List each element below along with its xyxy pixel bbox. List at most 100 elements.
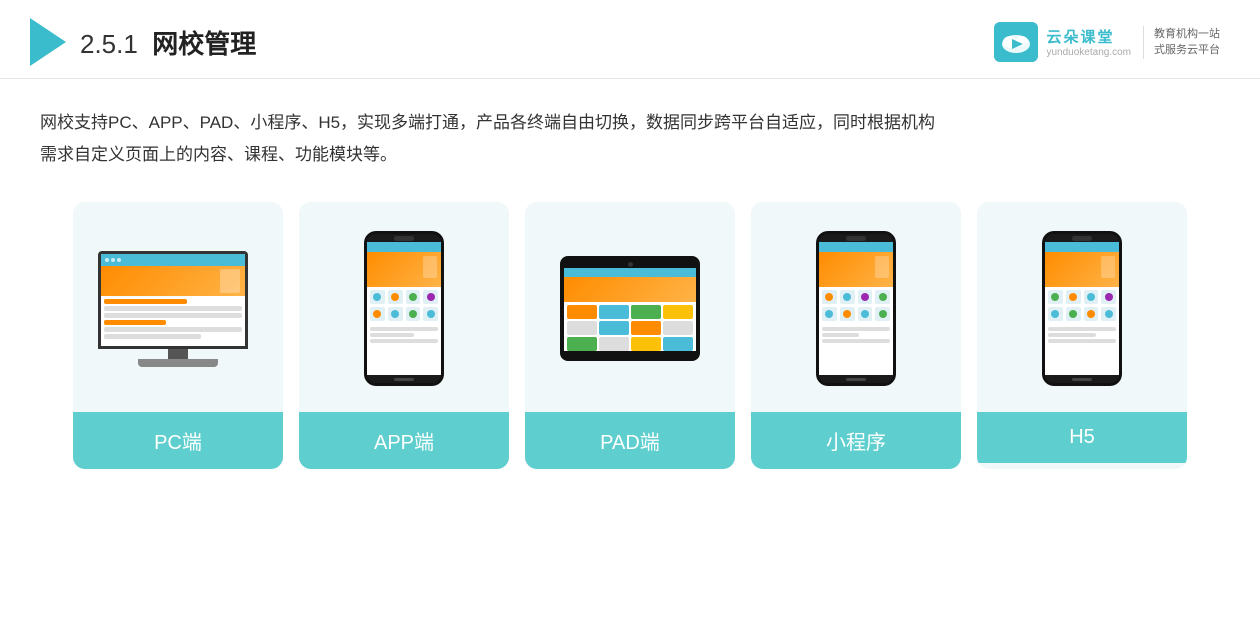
phone-icon-grid-mini	[819, 287, 893, 324]
pad-cell	[663, 305, 693, 319]
pc-nav-dot	[117, 258, 121, 262]
pc-card: PC端	[73, 202, 283, 469]
phone-notch	[367, 234, 441, 242]
pc-row	[104, 299, 187, 304]
pad-cell	[567, 337, 597, 351]
icon-circle	[1069, 293, 1077, 301]
brand-text-block: 云朵课堂 yunduoketang.com	[1046, 26, 1131, 58]
phone-icon-item	[406, 307, 421, 321]
pad-cell	[599, 305, 629, 319]
pad-cell	[663, 321, 693, 335]
pad-image-area	[525, 202, 735, 412]
phone-icon-item	[858, 290, 873, 304]
pc-row	[104, 334, 201, 339]
phone-icon-item	[406, 290, 421, 304]
phone-icon-item	[1084, 307, 1099, 321]
pad-cell	[567, 321, 597, 335]
page-title: 2.5.1 网校管理	[80, 24, 256, 61]
pad-cell	[663, 337, 693, 351]
phone-bottom-h5	[1045, 375, 1119, 383]
icon-circle	[1105, 310, 1113, 318]
h5-card: H5	[977, 202, 1187, 469]
section-number: 2.5.1	[80, 29, 138, 59]
phone-icon-grid-h5	[1045, 287, 1119, 324]
phone-icon-item	[840, 290, 855, 304]
h5-image-area	[977, 202, 1187, 412]
phone-icon-item	[840, 307, 855, 321]
pad-home-bar	[564, 351, 696, 357]
description-section: 网校支持PC、APP、PAD、小程序、H5，实现多端打通，产品各终端自由切换，数…	[0, 79, 1260, 182]
phone-icon-item	[858, 307, 873, 321]
app-card: APP端	[299, 202, 509, 469]
icon-circle	[843, 310, 851, 318]
app-label: APP端	[299, 412, 509, 469]
pad-cell	[631, 321, 661, 335]
page-container: 2.5.1 网校管理 云朵课堂 yunduoketang.com	[0, 0, 1260, 630]
phone-screen-nav-h5	[1045, 242, 1119, 252]
icon-circle	[391, 310, 399, 318]
phone-notch-dot-mini	[846, 236, 866, 241]
icon-circle	[879, 293, 887, 301]
brand-tagline: 教育机构一站 式服务云平台	[1143, 26, 1220, 59]
pad-card: PAD端	[525, 202, 735, 469]
phone-icon-item	[370, 307, 385, 321]
pc-content-rows	[101, 296, 245, 346]
phone-body	[364, 231, 444, 386]
phone-icon-item	[1066, 307, 1081, 321]
h5-label: H5	[977, 412, 1187, 463]
logo-arrow-icon	[30, 18, 66, 66]
phone-mockup-app	[364, 231, 444, 386]
pad-cell	[599, 321, 629, 335]
icon-circle	[409, 293, 417, 301]
pc-row	[104, 320, 166, 325]
phone-icon-item	[875, 307, 890, 321]
icon-circle	[825, 293, 833, 301]
phone-screen-nav-mini	[819, 242, 893, 252]
phone-content-rows	[367, 324, 441, 346]
pc-screen-content	[101, 254, 245, 346]
cards-section: PC端	[0, 182, 1260, 499]
phone-bottom	[367, 375, 441, 383]
phone-row	[370, 339, 438, 343]
pad-screen	[564, 268, 696, 351]
phone-icon-item	[388, 307, 403, 321]
pad-screen-hero	[564, 277, 696, 302]
header-right: 云朵课堂 yunduoketang.com 教育机构一站 式服务云平台	[994, 22, 1220, 62]
phone-icon-item	[1048, 307, 1063, 321]
phone-screen-hero-mini	[819, 252, 893, 287]
phone-home-bar-mini	[846, 378, 866, 381]
phone-row	[370, 333, 414, 337]
header: 2.5.1 网校管理 云朵课堂 yunduoketang.com	[0, 0, 1260, 79]
phone-row	[1048, 327, 1116, 331]
pad-camera	[628, 262, 633, 267]
pc-stand	[168, 349, 188, 359]
phone-mockup-h5	[1042, 231, 1122, 386]
phone-icon-item	[822, 307, 837, 321]
yundu-icon	[994, 22, 1038, 62]
phone-screen-hero	[367, 252, 441, 287]
phone-screen-h5	[1045, 242, 1119, 375]
icon-circle	[373, 293, 381, 301]
phone-icon-item	[388, 290, 403, 304]
phone-screen-nav	[367, 242, 441, 252]
icon-circle	[1051, 310, 1059, 318]
phone-icon-grid	[367, 287, 441, 324]
phone-icon-item	[370, 290, 385, 304]
pc-row	[104, 327, 242, 332]
miniprogram-image-area	[751, 202, 961, 412]
pc-nav-dot	[105, 258, 109, 262]
pc-screen	[98, 251, 248, 349]
icon-circle	[1087, 310, 1095, 318]
pc-label: PC端	[73, 412, 283, 469]
phone-row	[370, 327, 438, 331]
phone-screen	[367, 242, 441, 375]
pc-hero	[101, 266, 245, 296]
icon-circle	[1105, 293, 1113, 301]
icon-circle	[427, 293, 435, 301]
phone-row	[1048, 333, 1096, 337]
pc-mockup	[98, 251, 258, 367]
pc-base	[138, 359, 218, 367]
icon-circle	[391, 293, 399, 301]
phone-icon-item	[1066, 290, 1081, 304]
icon-circle	[1087, 293, 1095, 301]
